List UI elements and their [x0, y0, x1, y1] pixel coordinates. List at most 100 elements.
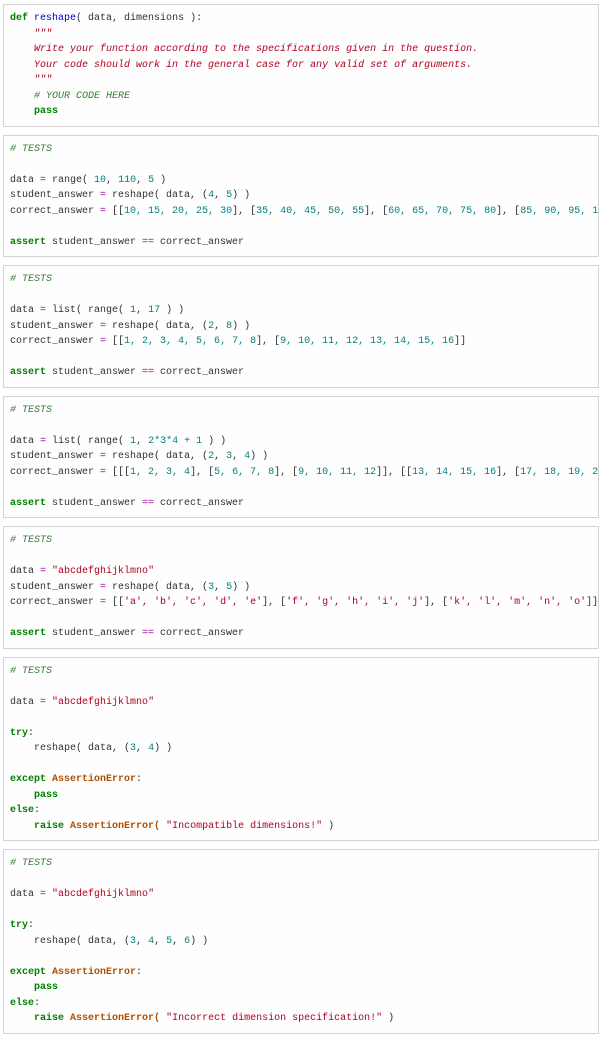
code-text: reshape( data, ( [106, 190, 208, 201]
code-text: data [10, 175, 40, 186]
tests-header: # TESTS [10, 405, 52, 416]
code-text: ], [ [190, 467, 214, 478]
equals: = [40, 566, 46, 577]
numbers: 85, 90, 95, 100, 105 [520, 206, 599, 217]
code-block[interactable]: # TESTS data = range( 10, 110, 5 ) stude… [10, 142, 592, 251]
eqeq: == [142, 628, 154, 639]
code-text: ], [ [274, 467, 298, 478]
numbers: 60, 65, 70, 75, 80 [388, 206, 496, 217]
code-text: , [172, 936, 184, 947]
code-block[interactable]: # TESTS data = "abcdefghijklmno" student… [10, 533, 592, 642]
strings: 'k', 'l', 'm', 'n', 'o' [448, 597, 586, 608]
code-text: student_answer [10, 582, 100, 593]
code-text: correct_answer [154, 237, 244, 248]
raise-keyword: raise [34, 1013, 64, 1024]
code-cell-tests-5: # TESTS data = "abcdefghijklmno" try: re… [3, 657, 599, 842]
code-text: ], [ [424, 597, 448, 608]
code-block[interactable]: def reshape( data, dimensions ): """ Wri… [10, 11, 592, 120]
code-text: student_answer [46, 628, 142, 639]
colon: : [28, 728, 34, 739]
try-keyword: try [10, 920, 28, 931]
code-cell-def: def reshape( data, dimensions ): """ Wri… [3, 4, 599, 127]
try-keyword: try [10, 728, 28, 739]
code-text: ) ) [232, 582, 250, 593]
pass-keyword: pass [34, 982, 58, 993]
except-keyword: except [10, 967, 46, 978]
code-text: [[[ [106, 467, 130, 478]
code-text: student_answer [10, 190, 100, 201]
code-text: list( range( [46, 305, 130, 316]
code-text: , [136, 936, 148, 947]
code-cell-tests-1: # TESTS data = range( 10, 110, 5 ) stude… [3, 135, 599, 258]
raise-keyword: raise [34, 821, 64, 832]
equals: = [40, 889, 46, 900]
tests-header: # TESTS [10, 666, 52, 677]
fn-name: reshape [34, 13, 76, 24]
else-keyword: else [10, 805, 34, 816]
numbers: 5, 6, 7, 8 [214, 467, 274, 478]
code-text: student_answer [10, 451, 100, 462]
code-text: reshape( data, ( [10, 743, 130, 754]
code-cell-tests-6: # TESTS data = "abcdefghijklmno" try: re… [3, 849, 599, 1034]
code-text: ], [ [232, 206, 256, 217]
strings: 'a', 'b', 'c', 'd', 'e' [124, 597, 262, 608]
code-text: ) [154, 175, 166, 186]
exception-name: AssertionError [52, 967, 136, 978]
code-text: , [106, 175, 118, 186]
numbers: 10, 15, 20, 25, 30 [124, 206, 232, 217]
code-text: correct_answer [10, 336, 100, 347]
code-text: ], [ [262, 597, 286, 608]
code-text: data [10, 889, 40, 900]
code-text: data [10, 697, 40, 708]
numbers: 9, 10, 11, 12, 13, 14, 15, 16 [280, 336, 454, 347]
code-text: , [214, 321, 226, 332]
exception-call: AssertionError( [70, 821, 166, 832]
code-text: reshape( data, ( [10, 936, 130, 947]
eqeq: == [142, 237, 154, 248]
code-text: ], [ [256, 336, 280, 347]
docstring-line: Your code should work in the general cas… [34, 60, 472, 71]
code-text: , [136, 175, 148, 186]
assert-keyword: assert [10, 628, 46, 639]
numbers: 13, 14, 15, 16 [412, 467, 496, 478]
numbers: 9, 10, 11, 12 [298, 467, 376, 478]
colon: : [136, 967, 142, 978]
assert-keyword: assert [10, 498, 46, 509]
tests-header: # TESTS [10, 144, 52, 155]
code-block[interactable]: # TESTS data = "abcdefghijklmno" try: re… [10, 856, 592, 1027]
code-text: , [232, 451, 244, 462]
code-text: correct_answer [154, 498, 244, 509]
exception-call: AssertionError( [70, 1013, 166, 1024]
code-text: ]] [454, 336, 466, 347]
number: 10 [94, 175, 106, 186]
code-text: correct_answer [154, 628, 244, 639]
code-block[interactable]: # TESTS data = list( range( 1, 17 ) ) st… [10, 272, 592, 381]
code-text: reshape( data, ( [106, 321, 208, 332]
code-text: reshape( data, ( [106, 582, 208, 593]
code-block[interactable]: # TESTS data = list( range( 1, 2*3*4 + 1… [10, 403, 592, 512]
code-text: ) ) [232, 190, 250, 201]
string: "abcdefghijklmno" [52, 697, 154, 708]
eqeq: == [142, 367, 154, 378]
code-text: data [10, 566, 40, 577]
code-cell-tests-4: # TESTS data = "abcdefghijklmno" student… [3, 526, 599, 649]
code-text: correct_answer [10, 597, 100, 608]
def-keyword: def [10, 13, 28, 24]
code-text: ) ) [250, 451, 268, 462]
code-text: , [136, 305, 148, 316]
number: 17 [148, 305, 160, 316]
tests-header: # TESTS [10, 858, 52, 869]
code-text: ]] [586, 597, 598, 608]
tests-header: # TESTS [10, 274, 52, 285]
code-text: [[ [106, 206, 124, 217]
numbers: 35, 40, 45, 50, 55 [256, 206, 364, 217]
code-text: correct_answer [154, 367, 244, 378]
equals: = [40, 697, 46, 708]
code-block[interactable]: # TESTS data = "abcdefghijklmno" try: re… [10, 664, 592, 835]
code-text: , [136, 436, 148, 447]
code-text: range( [46, 175, 94, 186]
pass-keyword: pass [34, 106, 58, 117]
code-cell-tests-3: # TESTS data = list( range( 1, 2*3*4 + 1… [3, 396, 599, 519]
code-text: , [154, 936, 166, 947]
code-text: data [10, 305, 40, 316]
